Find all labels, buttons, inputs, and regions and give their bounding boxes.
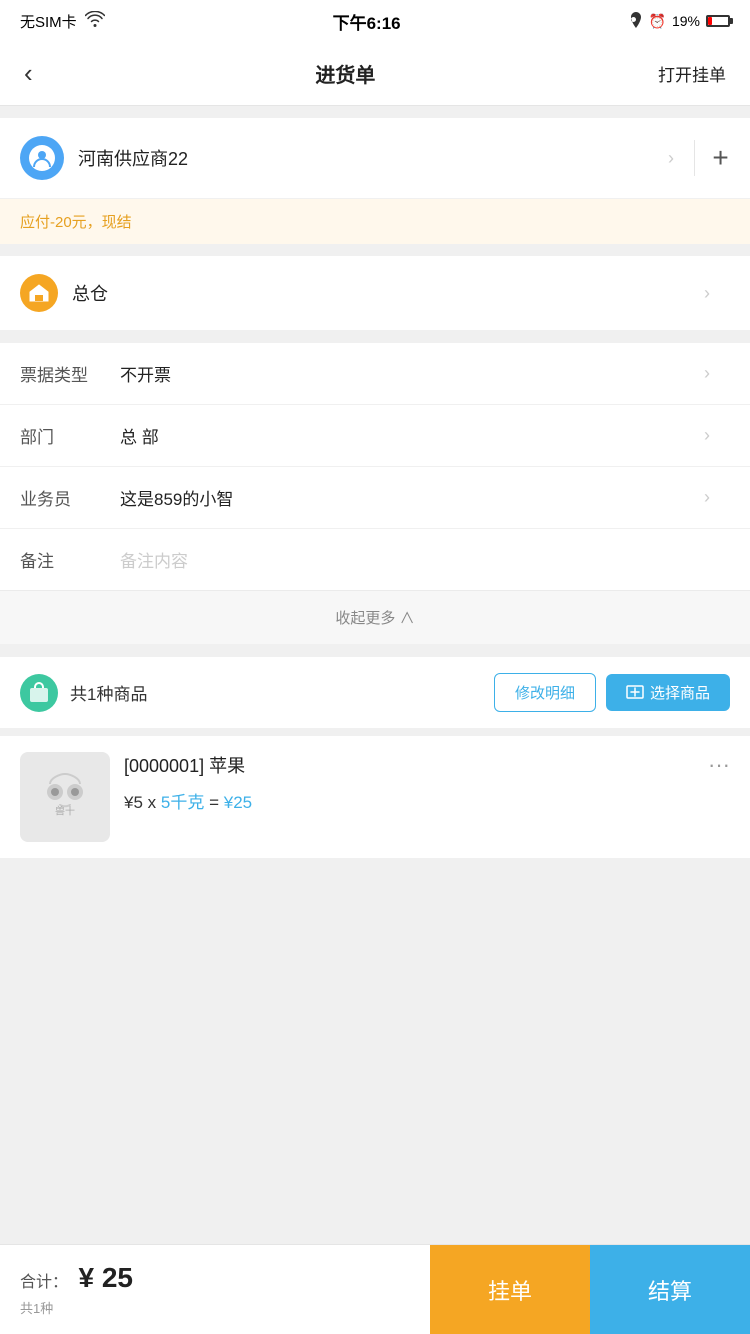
nav-bar: ‹ 进货单 打开挂单	[0, 42, 750, 106]
supplier-chevron: ›	[668, 148, 674, 169]
page-title: 进货单	[315, 59, 375, 88]
dept-value: 总 部	[100, 423, 704, 448]
product-header: 共1种商品 修改明细 选择商品	[0, 656, 750, 728]
invoice-label: 票据类型	[20, 361, 100, 386]
total-count: 共1种	[20, 1298, 410, 1317]
supplier-row[interactable]: 河南供应商22 › +	[0, 118, 750, 199]
status-time: 下午6:16	[333, 9, 401, 34]
alarm-icon: ⏰	[649, 13, 666, 30]
product-name: [0000001] 苹果	[124, 752, 686, 778]
divider-2	[0, 244, 750, 256]
sales-row[interactable]: 业务员 这是859的小智 ›	[0, 466, 750, 528]
divider-4	[0, 644, 750, 656]
note-label: 备注	[20, 547, 100, 572]
select-product-label: 选择商品	[650, 682, 710, 703]
supplier-card: 河南供应商22 › + 应付-20元，现结	[0, 118, 750, 244]
warehouse-chevron: ›	[704, 283, 710, 304]
warehouse-card[interactable]: 总仓 ›	[0, 256, 750, 330]
invoice-value: 不开票	[100, 361, 704, 386]
product-item: 兽十 [0000001] 苹果 ¥5 x 5千克 = ¥25 ···	[0, 728, 750, 858]
open-hang-button[interactable]: 打开挂单	[658, 61, 726, 86]
divider-3	[0, 330, 750, 342]
dept-label: 部门	[20, 423, 100, 448]
svg-text:兽十: 兽十	[55, 804, 75, 817]
notice-bar: 应付-20元，现结	[0, 199, 750, 244]
dept-chevron: ›	[704, 425, 710, 446]
battery-percent: 19%	[672, 13, 700, 29]
collapse-label: 收起更多 ∧	[335, 610, 414, 627]
note-placeholder: 备注内容	[100, 547, 730, 572]
supplier-avatar-icon	[29, 145, 55, 171]
edit-detail-button[interactable]: 修改明细	[494, 673, 596, 712]
invoice-row[interactable]: 票据类型 不开票 ›	[0, 342, 750, 404]
supplier-name: 河南供应商22	[78, 145, 668, 171]
bottom-bar: 合计： ¥ 25 共1种 挂单 结算	[0, 1244, 750, 1334]
wifi-icon	[85, 11, 105, 31]
carrier-label: 无SIM卡	[20, 11, 77, 32]
location-icon	[629, 12, 643, 31]
notice-text: 应付-20元，现结	[20, 214, 132, 231]
sales-chevron: ›	[704, 487, 710, 508]
supplier-avatar	[20, 136, 64, 180]
warehouse-row[interactable]: 总仓 ›	[0, 256, 750, 330]
product-thumbnail: 兽十	[20, 752, 110, 842]
product-icon	[20, 674, 58, 712]
warehouse-icon	[20, 274, 58, 312]
sales-value: 这是859的小智	[100, 485, 704, 510]
note-row[interactable]: 备注 备注内容	[0, 528, 750, 590]
total-label: 合计：	[20, 1274, 68, 1291]
status-left: 无SIM卡	[20, 11, 105, 32]
bottom-spacer	[0, 858, 750, 958]
invoice-chevron: ›	[704, 363, 710, 384]
form-card: 票据类型 不开票 › 部门 总 部 › 业务员 这是859的小智 › 备注 备注…	[0, 342, 750, 590]
product-price: ¥5 x 5千克 = ¥25	[124, 788, 686, 813]
sales-label: 业务员	[20, 485, 100, 510]
settle-button[interactable]: 结算	[590, 1245, 750, 1334]
divider-1	[0, 106, 750, 118]
product-count: 共1种商品	[70, 680, 494, 705]
status-right: ⏰ 19%	[629, 12, 730, 31]
owl-logo-icon: 兽十	[35, 764, 95, 831]
total-amount: ¥ 25	[78, 1262, 133, 1293]
total-section: 合计： ¥ 25 共1种	[0, 1262, 430, 1317]
status-bar: 无SIM卡 下午6:16 ⏰ 19%	[0, 0, 750, 42]
select-product-button[interactable]: 选择商品	[606, 674, 730, 711]
dept-row[interactable]: 部门 总 部 ›	[0, 404, 750, 466]
back-button[interactable]: ‹	[24, 58, 33, 89]
product-more-button[interactable]: ···	[700, 752, 730, 778]
battery-icon	[706, 15, 730, 27]
hang-button[interactable]: 挂单	[430, 1245, 590, 1334]
add-supplier-button[interactable]: +	[694, 140, 730, 176]
warehouse-name: 总仓	[72, 280, 704, 306]
product-info: [0000001] 苹果 ¥5 x 5千克 = ¥25	[124, 752, 686, 813]
collapse-bar[interactable]: 收起更多 ∧	[0, 590, 750, 644]
